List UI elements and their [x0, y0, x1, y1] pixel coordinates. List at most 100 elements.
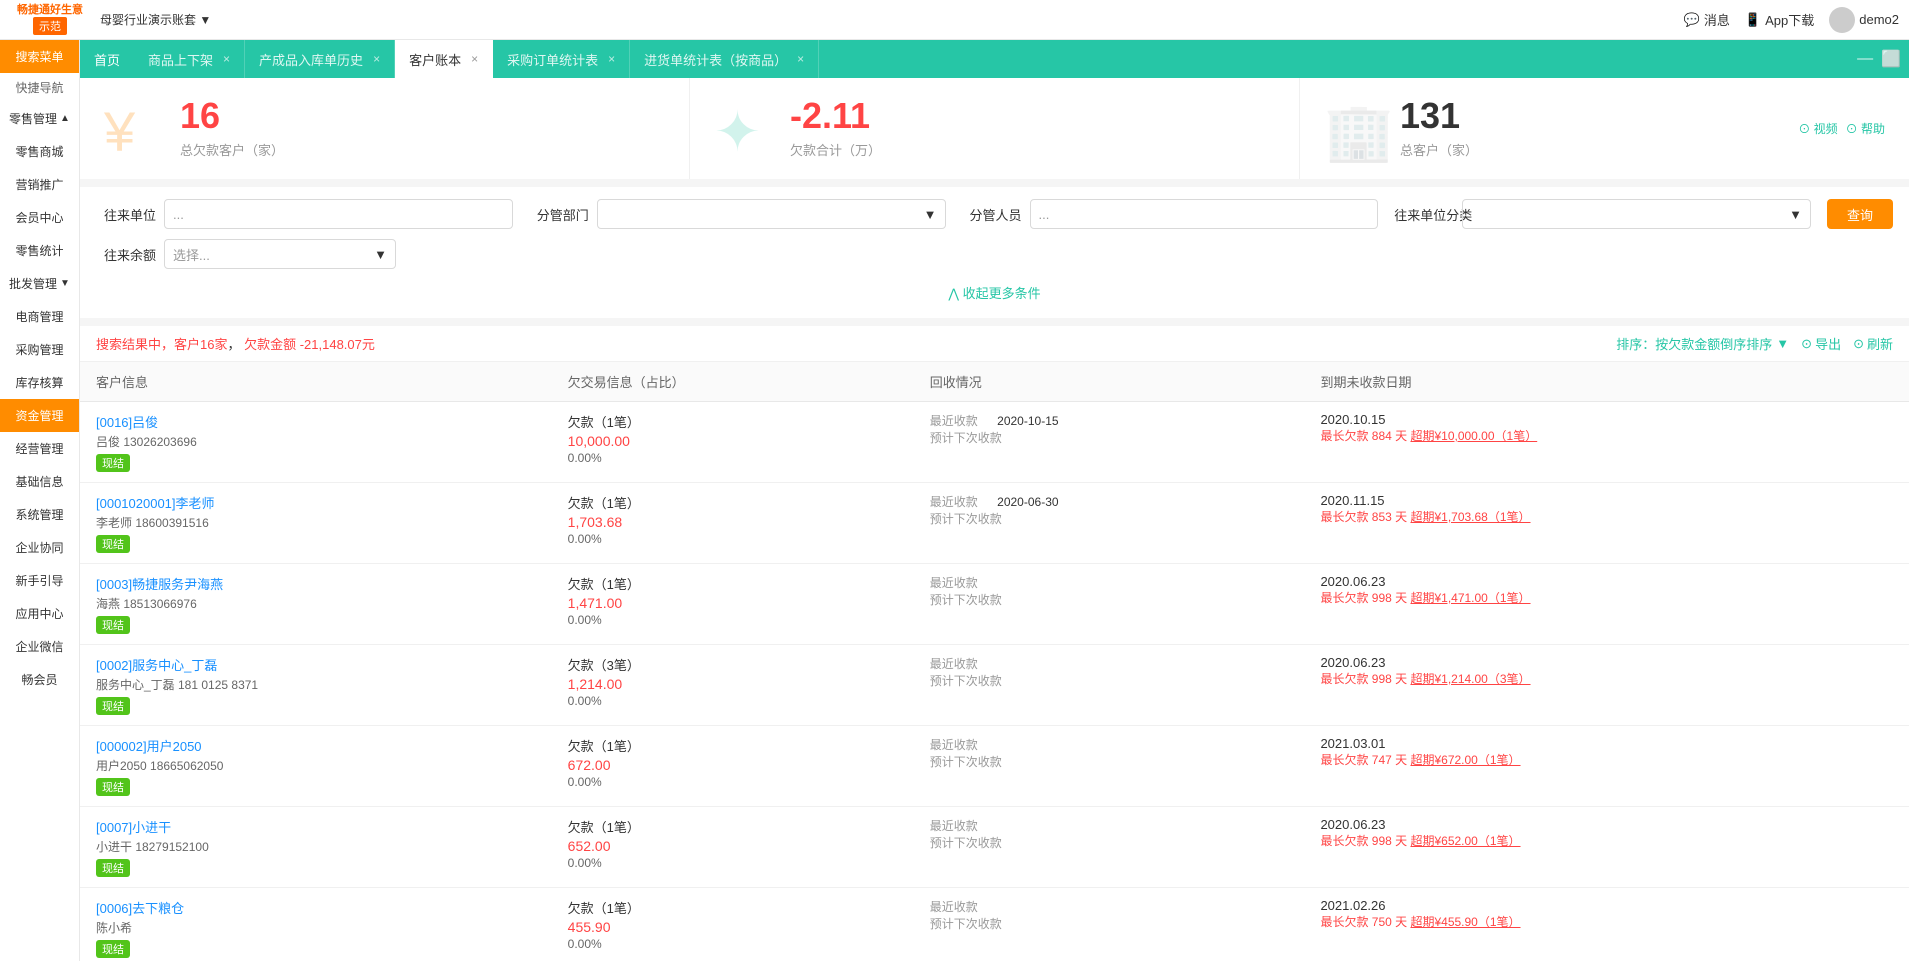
help-action[interactable]: ⊙ 帮助 — [1846, 120, 1885, 137]
filter-select-category[interactable]: ▼ — [1462, 199, 1811, 229]
results-actions: 排序：按欠款金额倒序排序 ▼ ⊙ 导出 ⊙ 刷新 — [1616, 334, 1893, 353]
sidebar-item-inventory[interactable]: 库存核算 — [0, 366, 79, 399]
cell-debt-info-2: 欠款（1笔） 1,471.00 0.00% — [552, 564, 914, 645]
col-collection: 回收情况 — [914, 362, 1305, 402]
tab-close-icon[interactable]: × — [471, 52, 478, 66]
debt-percent-3: 0.00% — [568, 694, 898, 708]
sort-selector[interactable]: 排序：按欠款金额倒序排序 ▼ — [1616, 334, 1789, 353]
filter-select-balance[interactable]: 选择... ▼ — [164, 239, 396, 269]
stats-row: ¥ 16 总欠款客户（家） ✦ -2.11 欠款合计（万） — [80, 78, 1909, 179]
sidebar-search[interactable]: 搜索菜单 — [0, 40, 79, 73]
debt-count-4: 欠款（1笔） — [568, 736, 898, 755]
sidebar-item-apps[interactable]: 应用中心 — [0, 597, 79, 630]
search-button[interactable]: 查询 — [1827, 199, 1893, 229]
tab-customer-account[interactable]: 客户账本 × — [395, 40, 493, 78]
customer-name-5[interactable]: [0007]小进干 — [96, 817, 536, 836]
export-button[interactable]: ⊙ 导出 — [1801, 334, 1841, 353]
logo-sub[interactable]: 示范 — [33, 17, 67, 35]
customer-name-4[interactable]: [000002]用户2050 — [96, 736, 536, 755]
sidebar-item-member-center[interactable]: 会员中心 — [0, 201, 79, 234]
filter-item-balance: 往来余额 选择... ▼ — [96, 239, 396, 269]
message-icon: 💬 — [1684, 12, 1700, 28]
cell-customer-info-3: [0002]服务中心_丁磊 服务中心_丁磊 181 0125 8371 现结 — [80, 645, 552, 726]
refresh-button[interactable]: ⊙ 刷新 — [1853, 334, 1893, 353]
overdue-link-3[interactable]: 超期¥1,214.00（3笔） — [1410, 672, 1530, 686]
sidebar-item-system[interactable]: 系统管理 — [0, 498, 79, 531]
tab-close-icon[interactable]: × — [797, 52, 804, 66]
customer-name-3[interactable]: [0002]服务中心_丁磊 — [96, 655, 536, 674]
table-row: [0007]小进干 小进干 18279152100 现结 欠款（1笔） 652.… — [80, 807, 1909, 888]
overdue-link-4[interactable]: 超期¥672.00（1笔） — [1410, 753, 1520, 767]
tab-maximize-icon[interactable]: ⬜ — [1881, 49, 1901, 69]
stat-number-debt-customers: 16 — [180, 98, 284, 134]
table-header: 客户信息 欠交易信息（占比） 回收情况 到期未收款日期 — [80, 362, 1909, 402]
avatar-icon — [1829, 7, 1855, 33]
cell-overdue-0: 2020.10.15 最长欠款 884 天 超期¥10,000.00（1笔） — [1304, 402, 1909, 483]
overdue-days-6: 最长欠款 750 天 — [1320, 915, 1410, 929]
overdue-link-0[interactable]: 超期¥10,000.00（1笔） — [1410, 429, 1537, 443]
sidebar-item-marketing[interactable]: 营销推广 — [0, 168, 79, 201]
tab-purchase-product-stats[interactable]: 进货单统计表（按商品） × — [630, 40, 819, 78]
customer-name-0[interactable]: [0016]吕俊 — [96, 412, 536, 431]
tab-home[interactable]: 首页 — [80, 40, 134, 78]
filter-input-person[interactable]: ... — [1030, 199, 1379, 229]
debt-count-5: 欠款（1笔） — [568, 817, 898, 836]
sidebar-item-wholesale-mgmt[interactable]: 批发管理 ▼ — [0, 267, 79, 300]
sidebar-item-finance[interactable]: 资金管理 — [0, 399, 79, 432]
sidebar-item-quick-nav[interactable]: 快捷导航 — [0, 73, 79, 102]
sidebar-item-purchase[interactable]: 采购管理 — [0, 333, 79, 366]
refresh-icon: ⊙ — [1853, 336, 1864, 352]
cell-debt-info-5: 欠款（1笔） 652.00 0.00% — [552, 807, 914, 888]
cell-collection-6: 最近收款 预计下次收款 — [914, 888, 1305, 961]
video-action[interactable]: ⊙ 视频 — [1798, 120, 1837, 137]
user-avatar[interactable]: demo2 — [1829, 7, 1899, 33]
sidebar-item-retail-mgmt[interactable]: 零售管理 ▲ — [0, 102, 79, 135]
overdue-link-2[interactable]: 超期¥1,471.00（1笔） — [1410, 591, 1530, 605]
filter-input-unit[interactable]: ... — [164, 199, 513, 229]
overdue-date-6: 2021.02.26 — [1320, 898, 1893, 913]
tab-product-listing[interactable]: 商品上下架 × — [134, 40, 245, 78]
collapse-button[interactable]: ⋀ 收起更多条件 — [96, 279, 1893, 306]
collection-next-6: 预计下次收款 — [930, 915, 1289, 932]
sidebar-item-retail-mall[interactable]: 零售商城 — [0, 135, 79, 168]
cell-collection-2: 最近收款 预计下次收款 — [914, 564, 1305, 645]
customer-phone-5: 小进干 18279152100 — [96, 838, 536, 855]
tab-close-icon[interactable]: × — [373, 52, 380, 66]
sidebar-item-members[interactable]: 畅会员 — [0, 663, 79, 696]
sidebar-item-basic-info[interactable]: 基础信息 — [0, 465, 79, 498]
tab-minimize-icon[interactable]: — — [1857, 50, 1873, 68]
message-button[interactable]: 💬 消息 — [1684, 10, 1730, 29]
overdue-link-6[interactable]: 超期¥455.90（1笔） — [1410, 915, 1520, 929]
sidebar-item-wechat[interactable]: 企业微信 — [0, 630, 79, 663]
overdue-link-5[interactable]: 超期¥652.00（1笔） — [1410, 834, 1520, 848]
store-selector[interactable]: 母婴行业演示账套 ▼ — [90, 11, 1684, 28]
customer-name-2[interactable]: [0003]畅捷服务尹海燕 — [96, 574, 536, 593]
overdue-link-1[interactable]: 超期¥1,703.68（1笔） — [1410, 510, 1530, 524]
stat-icon-yen: ¥ — [104, 99, 164, 159]
debt-amount-0: 10,000.00 — [568, 433, 898, 449]
customer-phone-3: 服务中心_丁磊 181 0125 8371 — [96, 676, 536, 693]
app-download-button[interactable]: 📱 App下载 — [1745, 10, 1814, 29]
sidebar-item-guide[interactable]: 新手引导 — [0, 564, 79, 597]
filter-item-dept: 分管部门 ▼ — [529, 199, 946, 229]
sidebar-item-ecommerce[interactable]: 电商管理 — [0, 300, 79, 333]
sidebar-item-operations[interactable]: 经营管理 — [0, 432, 79, 465]
cell-customer-info-4: [000002]用户2050 用户2050 18665062050 现结 — [80, 726, 552, 807]
col-customer-info: 客户信息 — [80, 362, 552, 402]
tab-close-icon[interactable]: × — [223, 52, 230, 66]
cell-debt-info-0: 欠款（1笔） 10,000.00 0.00% — [552, 402, 914, 483]
stat-card-actions: ⊙ 视频 ⊙ 帮助 — [1798, 120, 1885, 137]
stat-icon-star: ✦ — [714, 99, 774, 159]
collection-next-4: 预计下次收款 — [930, 753, 1289, 770]
cell-debt-info-4: 欠款（1笔） 672.00 0.00% — [552, 726, 914, 807]
tab-purchase-stats[interactable]: 采购订单统计表 × — [493, 40, 630, 78]
filter-select-dept[interactable]: ▼ — [597, 199, 946, 229]
sidebar-item-retail-stats[interactable]: 零售统计 — [0, 234, 79, 267]
tab-production-history[interactable]: 产成品入库单历史 × — [245, 40, 395, 78]
sidebar: 搜索菜单 快捷导航 零售管理 ▲ 零售商城 营销推广 会员中心 零售统计 批发管… — [0, 40, 80, 961]
customer-name-1[interactable]: [0001020001]李老师 — [96, 493, 536, 512]
tab-close-icon[interactable]: × — [608, 52, 615, 66]
cell-collection-1: 最近收款 2020-06-30 预计下次收款 — [914, 483, 1305, 564]
customer-name-6[interactable]: [0006]去下粮仓 — [96, 898, 536, 917]
sidebar-item-enterprise[interactable]: 企业协同 — [0, 531, 79, 564]
